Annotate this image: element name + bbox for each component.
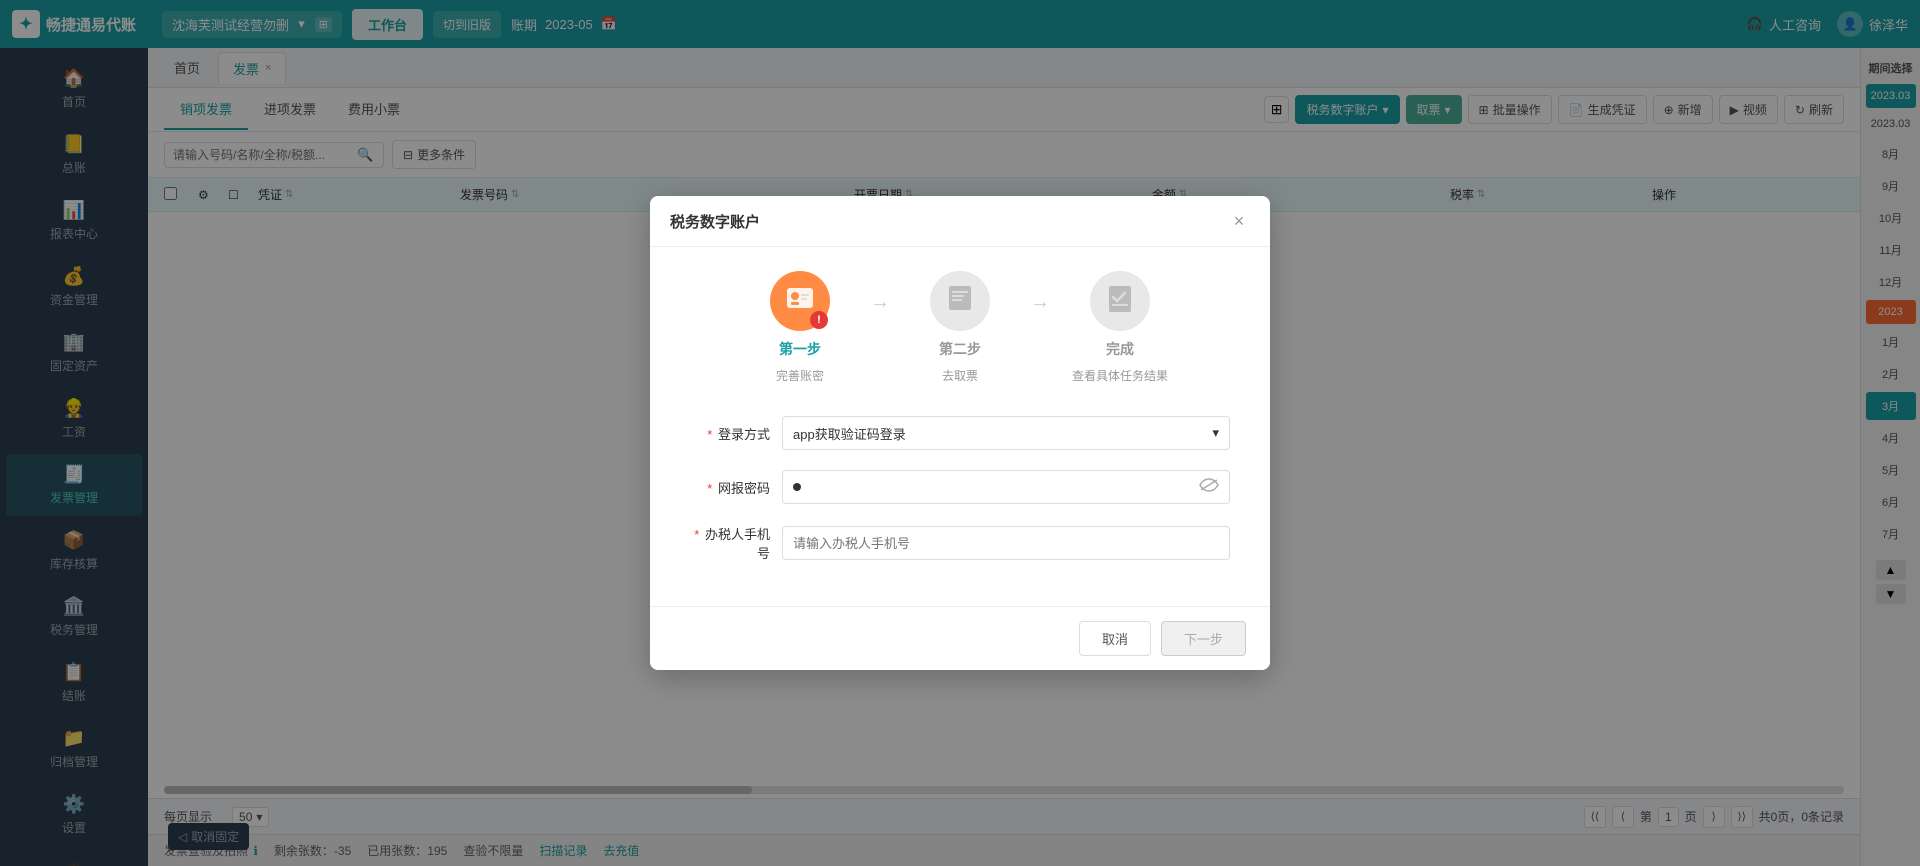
step-1-icon: [785, 283, 815, 320]
form-row-login-method: * 登录方式 app获取验证码登录 ▾: [690, 416, 1230, 450]
step-3-icon-wrap: [1090, 271, 1150, 331]
step-2: 第二步 去取票: [890, 271, 1030, 384]
login-method-label: * 登录方式: [690, 424, 770, 443]
modal-header: 税务数字账户 ×: [650, 196, 1270, 247]
step-1-desc: 完善账密: [776, 367, 824, 384]
password-field[interactable]: [782, 470, 1230, 504]
modal-overlay: 税务数字账户 ×: [0, 0, 1920, 866]
step-1-label: 第一步: [779, 339, 821, 359]
modal-footer: 取消 下一步: [650, 606, 1270, 670]
modal-title: 税务数字账户: [670, 211, 760, 232]
step-3-desc: 查看具体任务结果: [1072, 367, 1168, 384]
step-arrow-2: →: [1030, 271, 1050, 314]
cancel-button[interactable]: 取消: [1079, 621, 1151, 656]
step-2-icon: [945, 283, 975, 320]
step-1-icon-wrap: !: [770, 271, 830, 331]
step-3: 完成 查看具体任务结果: [1050, 271, 1190, 384]
form-row-password: * 网报密码: [690, 470, 1230, 504]
chevron-down-icon: ▾: [1212, 425, 1219, 441]
phone-input-wrap[interactable]: [782, 526, 1230, 560]
step-3-label: 完成: [1106, 339, 1134, 359]
step-1-error-badge: !: [810, 311, 828, 329]
login-method-select[interactable]: app获取验证码登录 ▾: [782, 416, 1230, 450]
step-arrow-1: →: [870, 271, 890, 314]
phone-label: * 办税人手机号: [690, 524, 770, 562]
step-1: ! 第一步 完善账密: [730, 271, 870, 384]
phone-input[interactable]: [793, 536, 1219, 551]
form-row-phone: * 办税人手机号: [690, 524, 1230, 562]
step-3-icon: [1105, 283, 1135, 320]
modal-close-button[interactable]: ×: [1228, 210, 1250, 232]
next-button[interactable]: 下一步: [1161, 621, 1246, 656]
password-label: * 网报密码: [690, 478, 770, 497]
step-2-desc: 去取票: [942, 367, 978, 384]
step-2-label: 第二步: [939, 339, 981, 359]
eye-toggle-icon[interactable]: [1199, 478, 1219, 497]
step-2-icon-wrap: [930, 271, 990, 331]
steps-row: ! 第一步 完善账密 →: [690, 271, 1230, 384]
modal-body: ! 第一步 完善账密 →: [650, 247, 1270, 606]
pwd-dot: [793, 483, 801, 491]
modal-dialog: 税务数字账户 ×: [650, 196, 1270, 670]
